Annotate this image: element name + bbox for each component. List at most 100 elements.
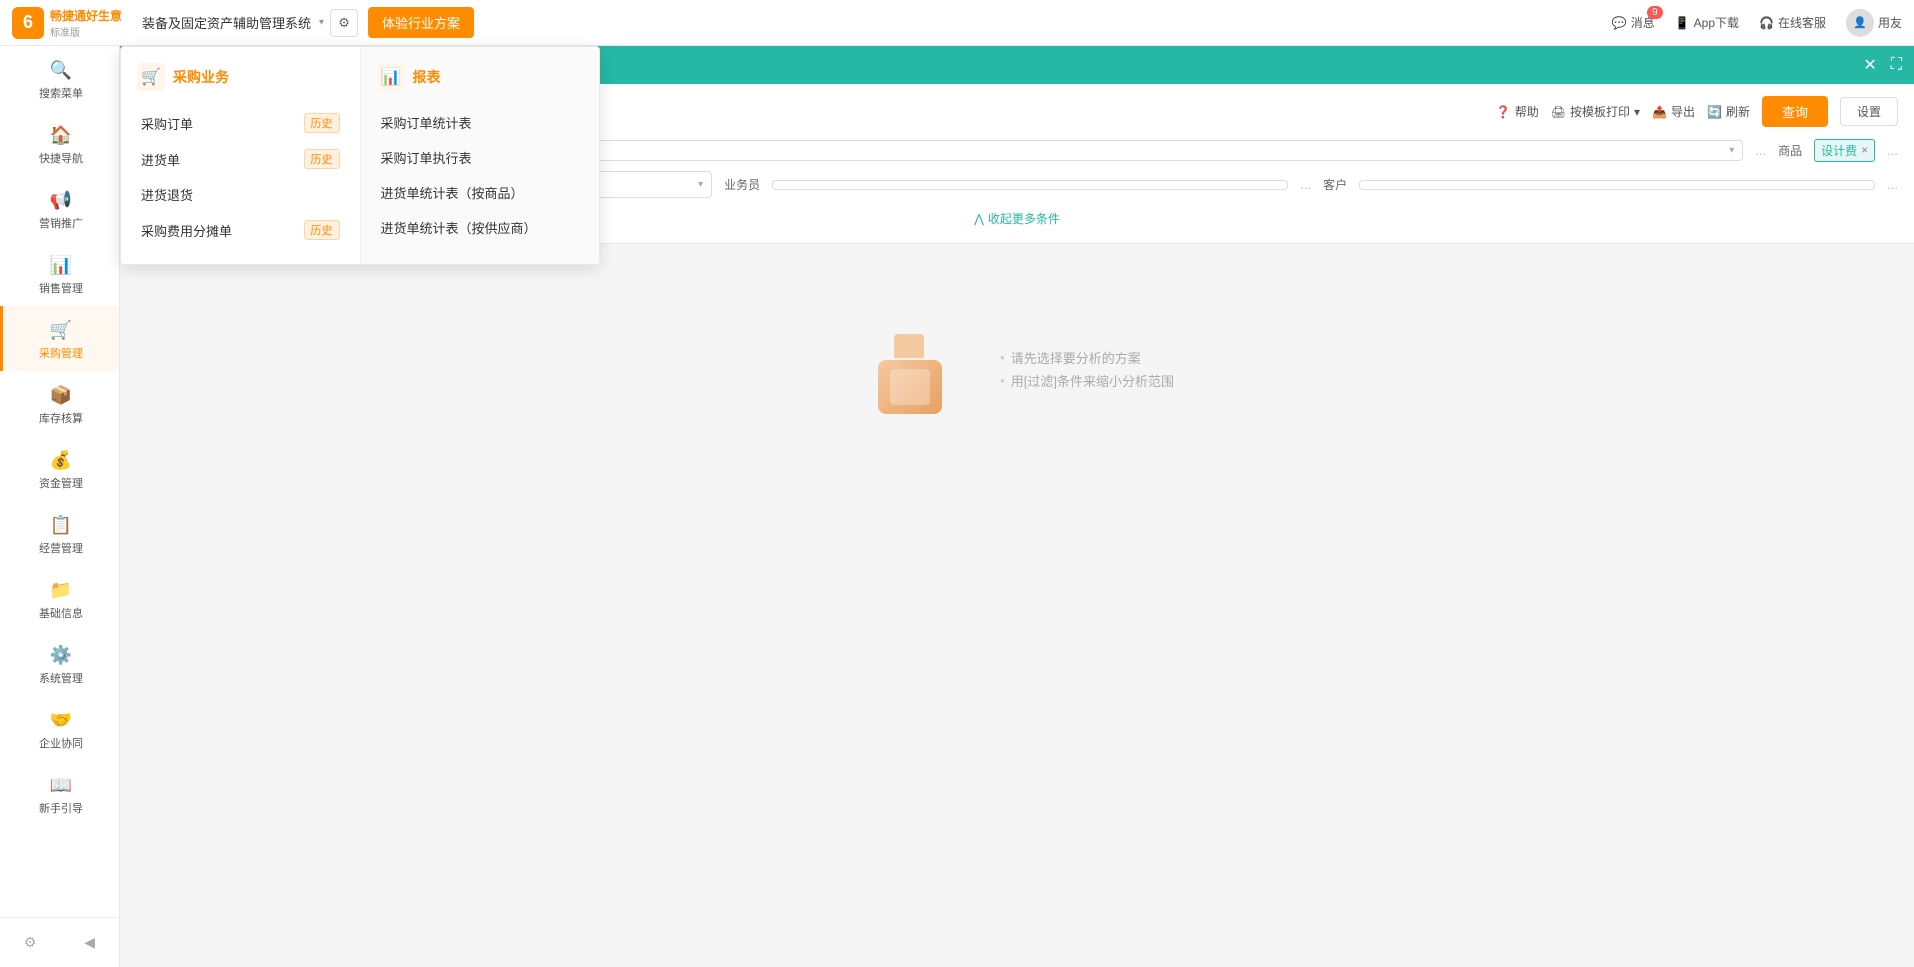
sidebar-item-guide[interactable]: 📖 新手引导: [0, 761, 119, 826]
search-icon: 🔍: [50, 60, 72, 81]
goods-filter-area: 设计费 ×: [1814, 139, 1875, 162]
purchase-item-label-1: 进货单: [141, 150, 180, 169]
sidebar-item-finance[interactable]: 💰资金管理: [0, 436, 119, 501]
sidebar-bottom: ⚙ ◀: [0, 917, 119, 967]
sidebar-item-marketing[interactable]: 📢 营销推广: [0, 176, 119, 241]
report-col: 📊 报表 采购订单统计表采购订单执行表进货单统计表（按商品） 进货单统计表（按供应…: [361, 47, 600, 264]
sidebar-item-label-marketing: 营销推广: [39, 215, 83, 231]
sidebar-item-operation[interactable]: 📋经营管理: [0, 501, 119, 566]
purchase-item-3[interactable]: 采购费用分摊单历史: [137, 212, 344, 248]
finance-icon: 💰: [50, 450, 72, 471]
doc-status-caret: ▾: [1729, 145, 1734, 156]
empty-hint-2: 用[过滤]条件来缩小分析范围: [1000, 371, 1174, 390]
sidebar-item-search[interactable]: 🔍 搜索菜单: [0, 46, 119, 111]
sales-icon: 📊: [50, 255, 72, 276]
empty-hint-list: 请先选择要分析的方案 用[过滤]条件来缩小分析范围: [1000, 344, 1174, 394]
goods-tag-remove[interactable]: ×: [1861, 143, 1868, 157]
sidebar-item-label-system: 系统管理: [39, 670, 83, 686]
user-profile-button[interactable]: 👤 用友: [1846, 9, 1902, 37]
sidebar-item-inventory[interactable]: 📦库存核算: [0, 371, 119, 436]
settings-gear-button[interactable]: ⚙: [330, 9, 358, 37]
purchase-item-1[interactable]: 进货单 历史: [137, 141, 344, 177]
goods-label: 商品: [1778, 142, 1802, 159]
help-icon: ❓: [1496, 105, 1511, 119]
help-button[interactable]: ❓ 帮助: [1496, 103, 1539, 120]
doc-status-select[interactable]: ▾: [550, 140, 1744, 161]
sidebar-item-label-sales: 销售管理: [39, 280, 83, 296]
sidebar-collapse-button[interactable]: ◀: [78, 928, 101, 957]
operation-icon: 📋: [50, 515, 72, 536]
history-tag-1: 历史: [304, 149, 340, 169]
sidebar-settings-button[interactable]: ⚙: [18, 928, 43, 957]
sidebar-item-label-guide: 新手引导: [39, 800, 83, 816]
purchase-item-label-0: 采购订单: [141, 114, 193, 133]
sidebar-item-sales[interactable]: 📊 销售管理: [0, 241, 119, 306]
dropdown-menu: 🛒 采购业务 采购订单历史进货单 历史进货退货采购费用分摊单历史 📊 报表 采购订…: [120, 46, 600, 265]
sidebar-item-label-inventory: 库存核算: [39, 410, 83, 426]
marketing-icon: 📢: [50, 190, 72, 211]
tab-bar-right: ✕ ⛶: [1859, 53, 1906, 77]
industry-solution-button[interactable]: 体验行业方案: [368, 7, 474, 38]
top-bar: 6 畅捷通好生意 标准版 装备及固定资产辅助管理系统 ▾ ⚙ 体验行业方案 💬 …: [0, 0, 1914, 46]
report-col-header: 📊 报表: [377, 63, 584, 91]
app-download-button[interactable]: 📱 App下载: [1675, 14, 1739, 31]
empty-hint-1: 请先选择要分析的方案: [1000, 348, 1174, 367]
purchase-item-0[interactable]: 采购订单历史: [137, 105, 344, 141]
report-item-3[interactable]: 进货单统计表（按供应商）: [377, 210, 584, 245]
phone-icon: 📱: [1675, 16, 1690, 30]
purchase-col-header: 🛒 采购业务: [137, 63, 344, 91]
quick-icon: 🏠: [50, 125, 72, 146]
query-button[interactable]: 查询: [1762, 96, 1828, 127]
collapse-icon: ⋀: [974, 212, 984, 226]
system-dropdown-chevron[interactable]: ▾: [319, 17, 324, 28]
report-item-1[interactable]: 采购订单执行表: [377, 140, 584, 175]
message-badge: 9: [1647, 6, 1663, 19]
refresh-button[interactable]: 🔄 刷新: [1707, 103, 1750, 120]
tab-expand-button[interactable]: ⛶: [1887, 54, 1906, 76]
guide-icon: 📖: [50, 775, 72, 796]
print-button[interactable]: 🖨 按模板打印 ▾: [1551, 103, 1640, 120]
purchase-items: 采购订单历史进货单 历史进货退货采购费用分摊单历史: [137, 105, 344, 248]
report-item-2[interactable]: 进货单统计表（按商品）: [377, 175, 584, 210]
message-icon: 💬: [1612, 16, 1627, 30]
purchase-icon: 🛒: [50, 320, 72, 341]
print-caret-icon: ▾: [1634, 105, 1640, 119]
sidebar-item-label-purchase: 采购管理: [39, 345, 83, 361]
empty-illustration: [860, 324, 960, 414]
rank-item-caret: ▾: [698, 179, 703, 190]
sidebar-item-system[interactable]: ⚙️系统管理: [0, 631, 119, 696]
tab-close-all-button[interactable]: ✕: [1859, 53, 1880, 77]
customer-dots: ...: [1887, 177, 1898, 192]
sidebar-item-label-search: 搜索菜单: [39, 85, 83, 101]
purchase-col-icon: 🛒: [137, 63, 165, 91]
report-item-label-2: 进货单统计表（按商品）: [381, 186, 524, 201]
headset-icon: 🎧: [1759, 16, 1774, 30]
goods-tag[interactable]: 设计费 ×: [1814, 139, 1875, 162]
report-item-0[interactable]: 采购订单统计表: [377, 105, 584, 140]
sidebar-item-quick[interactable]: 🏠快捷导航: [0, 111, 119, 176]
logo-icon: 6: [12, 7, 44, 39]
goods-dots: ...: [1887, 143, 1898, 158]
online-service-button[interactable]: 🎧 在线客服: [1759, 14, 1826, 31]
salesperson-label: 业务员: [724, 176, 760, 193]
basic-icon: 📁: [50, 580, 72, 601]
salesperson-select[interactable]: [772, 180, 1288, 190]
export-button[interactable]: 📤 导出: [1652, 103, 1695, 120]
system-title: 装备及固定资产辅助管理系统 ▾: [142, 13, 324, 32]
sidebar-item-basic[interactable]: 📁基础信息: [0, 566, 119, 631]
purchase-item-2[interactable]: 进货退货: [137, 177, 344, 212]
sidebar: 🔍 搜索菜单 🏠快捷导航 📢 营销推广 📊 销售管理 🛒 采购管理 📦库存核算💰资金管理📋经营管理…: [0, 46, 120, 967]
sidebar-item-enterprise[interactable]: 🤝企业协同: [0, 696, 119, 761]
refresh-icon: 🔄: [1707, 105, 1722, 119]
message-button[interactable]: 💬 消息 9: [1612, 14, 1655, 31]
avatar: 👤: [1846, 9, 1874, 37]
sidebar-item-purchase[interactable]: 🛒 采购管理: [0, 306, 119, 371]
empty-state: 请先选择要分析的方案 用[过滤]条件来缩小分析范围: [120, 244, 1914, 494]
report-items: 采购订单统计表采购订单执行表进货单统计表（按商品） 进货单统计表（按供应商）: [377, 105, 584, 245]
purchase-item-label-3: 采购费用分摊单: [141, 221, 232, 240]
export-icon: 📤: [1652, 105, 1667, 119]
salesperson-dots: ...: [1300, 177, 1311, 192]
column-settings-button[interactable]: 设置: [1840, 97, 1898, 126]
collapse-filter-button[interactable]: ⋀ 收起更多条件: [974, 206, 1060, 231]
customer-select[interactable]: [1359, 180, 1875, 190]
